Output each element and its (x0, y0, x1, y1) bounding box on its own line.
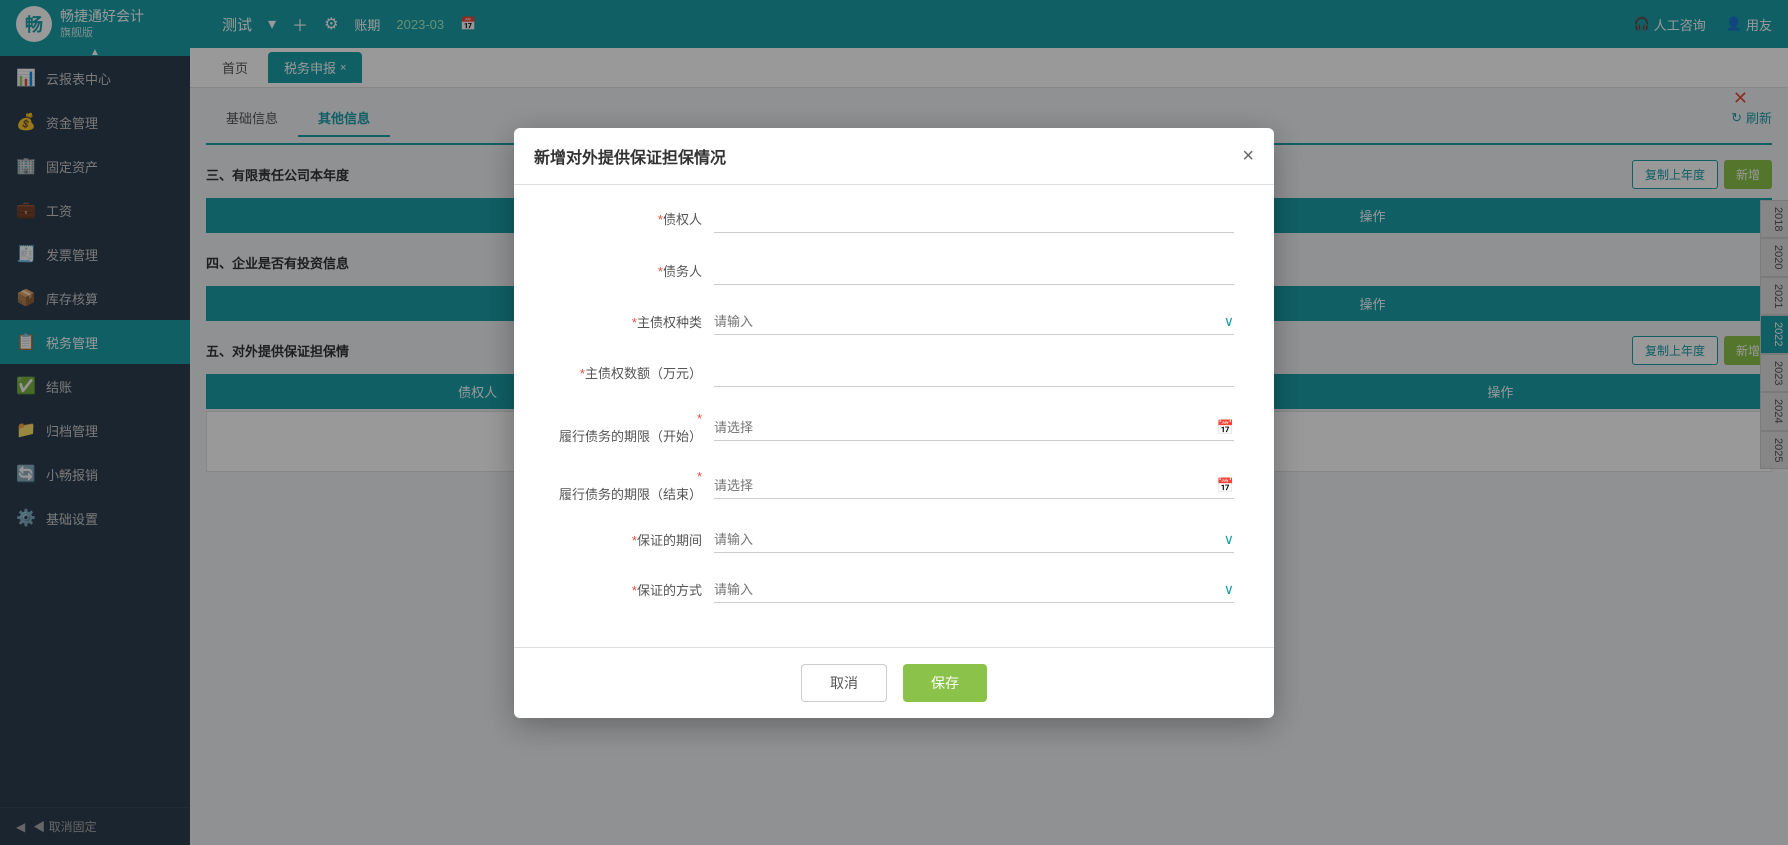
field-period-start-date[interactable]: 📅 (714, 415, 1234, 441)
field-debtor-input[interactable] (714, 257, 1234, 285)
required-star-6: * (697, 469, 702, 484)
dialog-close-btn[interactable]: × (1242, 146, 1254, 166)
field-claim-type-input[interactable] (714, 314, 1224, 329)
field-creditor-row: *债权人 (554, 205, 1234, 233)
field-claim-type-label: *主债权种类 (554, 312, 714, 331)
field-period-end-row: *履行债务的期限（结束） 📅 (554, 469, 1234, 503)
field-guarantee-method-label: *保证的方式 (554, 580, 714, 599)
field-creditor-input[interactable] (714, 205, 1234, 233)
dialog: 新增对外提供保证担保情况 × *债权人 *债务人 *主债权种类 (514, 128, 1274, 718)
field-claim-amount-input[interactable] (714, 359, 1234, 387)
field-claim-type-select[interactable]: ∨ (714, 309, 1234, 335)
field-claim-type-row: *主债权种类 ∨ (554, 309, 1234, 335)
field-claim-amount-row: *主债权数额（万元） (554, 359, 1234, 387)
field-guarantee-period-label: *保证的期间 (554, 530, 714, 549)
required-star-5: * (697, 411, 702, 426)
dialog-title: 新增对外提供保证担保情况 (534, 144, 726, 168)
field-claim-amount-label: *主债权数额（万元） (554, 363, 714, 382)
field-debtor-label: *债务人 (554, 261, 714, 280)
field-period-start-label: *履行债务的期限（开始） (554, 411, 714, 445)
dialog-header: 新增对外提供保证担保情况 × (514, 128, 1274, 185)
field-guarantee-period-row: *保证的期间 ∨ (554, 527, 1234, 553)
field-creditor-label: *债权人 (554, 209, 714, 228)
field-guarantee-method-row: *保证的方式 ∨ (554, 577, 1234, 603)
field-period-end-input[interactable] (714, 478, 1217, 493)
field-guarantee-period-select[interactable]: ∨ (714, 527, 1234, 553)
guarantee-period-dropdown-icon[interactable]: ∨ (1224, 531, 1234, 548)
cancel-button[interactable]: 取消 (801, 664, 887, 702)
claim-type-dropdown-icon[interactable]: ∨ (1224, 313, 1234, 330)
field-period-end-date[interactable]: 📅 (714, 473, 1234, 499)
save-button[interactable]: 保存 (903, 664, 987, 702)
field-debtor-row: *债务人 (554, 257, 1234, 285)
dialog-footer: 取消 保存 (514, 647, 1274, 718)
field-guarantee-method-select[interactable]: ∨ (714, 577, 1234, 603)
field-period-start-row: *履行债务的期限（开始） 📅 (554, 411, 1234, 445)
modal-overlay: 新增对外提供保证担保情况 × *债权人 *债务人 *主债权种类 (0, 0, 1788, 845)
period-end-calendar-icon[interactable]: 📅 (1217, 477, 1234, 494)
field-guarantee-period-input[interactable] (714, 532, 1224, 547)
field-guarantee-method-input[interactable] (714, 582, 1224, 597)
period-start-calendar-icon[interactable]: 📅 (1217, 419, 1234, 436)
dialog-body: *债权人 *债务人 *主债权种类 ∨ (514, 185, 1274, 647)
field-period-end-label: *履行债务的期限（结束） (554, 469, 714, 503)
field-period-start-input[interactable] (714, 420, 1217, 435)
guarantee-method-dropdown-icon[interactable]: ∨ (1224, 581, 1234, 598)
